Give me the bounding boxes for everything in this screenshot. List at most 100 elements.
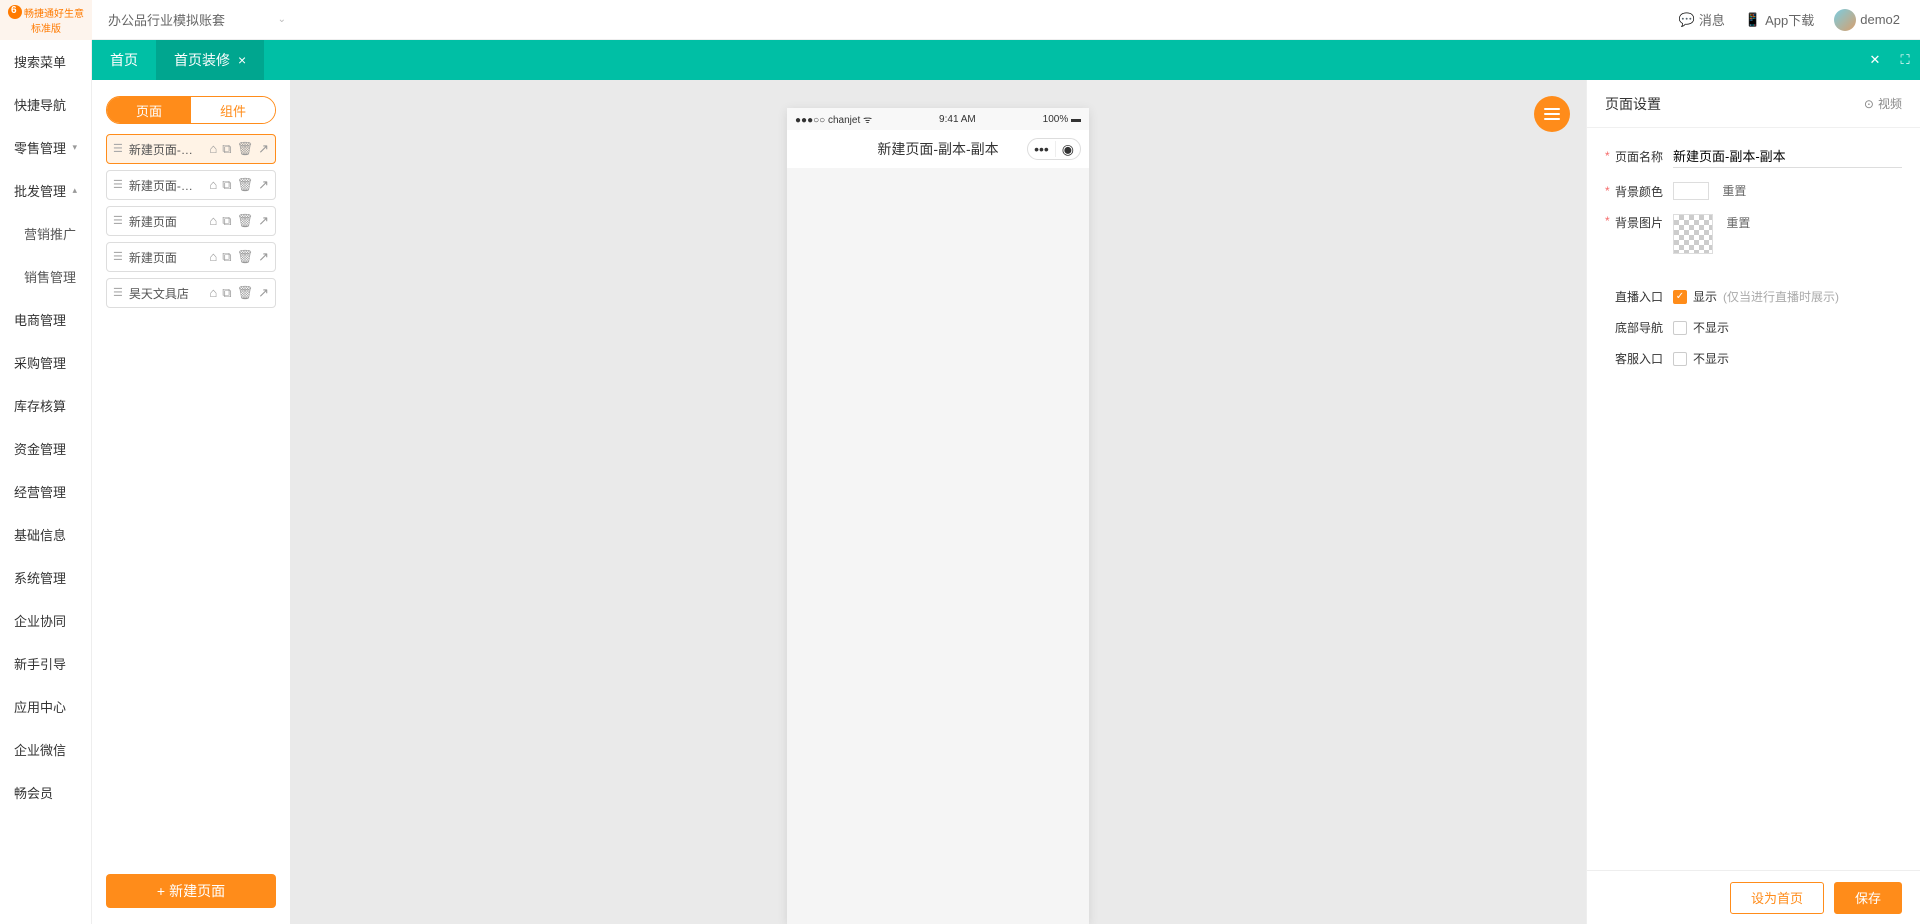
bg-img-reset[interactable]: 重置 xyxy=(1726,216,1750,230)
sidebar-item-15[interactable]: 应用中心 xyxy=(0,685,91,728)
bg-img-label: 背景图片 xyxy=(1615,214,1673,231)
tab-0[interactable]: 首页 xyxy=(92,40,156,80)
delete-icon[interactable]: 🗑 xyxy=(237,141,254,157)
sidebar-item-12[interactable]: 系统管理 xyxy=(0,556,91,599)
app-download-link[interactable]: 📱 App下载 xyxy=(1745,10,1814,29)
video-help-link[interactable]: ⊙ 视频 xyxy=(1864,95,1902,112)
page-item-1[interactable]: ☰新建页面-副本⌂⧉🗑↗ xyxy=(106,170,276,200)
account-select[interactable]: 办公品行业模拟账套 ⌄ xyxy=(92,10,302,29)
service-checkbox[interactable] xyxy=(1673,352,1687,366)
home-icon[interactable]: ⌂ xyxy=(209,141,217,157)
copy-icon[interactable]: ⧉ xyxy=(222,285,231,301)
page-name-label: 页面名称 xyxy=(1615,148,1673,165)
page-item-3[interactable]: ☰新建页面⌂⧉🗑↗ xyxy=(106,242,276,272)
home-icon[interactable]: ⌂ xyxy=(209,213,217,229)
chevron-down-icon: ⌄ xyxy=(278,14,286,25)
sidebar-item-0[interactable]: 搜索菜单 xyxy=(0,40,91,83)
miniapp-capsule[interactable]: ••• ◉ xyxy=(1027,138,1081,160)
sidebar-item-7[interactable]: 采购管理 xyxy=(0,341,91,384)
copy-icon[interactable]: ⧉ xyxy=(222,177,231,193)
components-fab[interactable] xyxy=(1534,96,1570,132)
share-icon[interactable]: ↗ xyxy=(258,285,269,301)
bg-color-label: 背景颜色 xyxy=(1615,183,1673,200)
brand-edition: 标准版 xyxy=(31,20,61,35)
sidebar-item-13[interactable]: 企业协同 xyxy=(0,599,91,642)
header-right: 💬 消息 📱 App下载 demo2 xyxy=(1679,9,1920,31)
sidebar-item-14[interactable]: 新手引导 xyxy=(0,642,91,685)
phone-icon: 📱 xyxy=(1745,12,1761,28)
target-icon: ◉ xyxy=(1056,141,1080,158)
phone-preview[interactable]: ●●●○○ chanjet ᯤ 9:41 AM 100% ▬ 新建页面-副本-副… xyxy=(787,108,1089,924)
share-icon[interactable]: ↗ xyxy=(258,249,269,265)
account-name: 办公品行业模拟账套 xyxy=(108,10,225,29)
page-name-input[interactable] xyxy=(1673,144,1902,168)
sidebar-item-2[interactable]: 零售管理▾ xyxy=(0,126,91,169)
bg-color-reset[interactable]: 重置 xyxy=(1722,184,1746,198)
sidebar-item-8[interactable]: 库存核算 xyxy=(0,384,91,427)
wifi-icon: ᯤ xyxy=(863,115,872,126)
messages-link[interactable]: 💬 消息 xyxy=(1679,10,1725,29)
brand-logo[interactable]: 畅捷通好生意 标准版 xyxy=(0,0,92,40)
sidebar-item-17[interactable]: 畅会员 xyxy=(0,771,91,814)
page-list-pane: 页面 组件 ☰新建页面-副本...⌂⧉🗑↗☰新建页面-副本⌂⧉🗑↗☰新建页面⌂⧉… xyxy=(92,80,290,924)
panel-title: 页面设置 xyxy=(1605,94,1661,114)
sidebar-item-10[interactable]: 经营管理 xyxy=(0,470,91,513)
phone-time: 9:41 AM xyxy=(939,114,976,125)
logo-icon xyxy=(8,5,22,19)
tab-bar: 首页首页装修× ✕ ⛶ xyxy=(92,40,1920,80)
bg-color-swatch[interactable] xyxy=(1673,182,1709,200)
phone-status-bar: ●●●○○ chanjet ᯤ 9:41 AM 100% ▬ xyxy=(787,108,1089,130)
page-item-2[interactable]: ☰新建页面⌂⧉🗑↗ xyxy=(106,206,276,236)
tab-1[interactable]: 首页装修× xyxy=(156,40,264,80)
set-home-button[interactable]: 设为首页 xyxy=(1730,882,1824,914)
avatar xyxy=(1834,9,1856,31)
mini-tab-component[interactable]: 组件 xyxy=(191,97,275,123)
close-icon[interactable]: × xyxy=(238,52,246,68)
new-page-button[interactable]: + 新建页面 xyxy=(106,874,276,908)
sidebar-item-5[interactable]: 销售管理 xyxy=(0,255,91,298)
delete-icon[interactable]: 🗑 xyxy=(237,177,254,193)
save-button[interactable]: 保存 xyxy=(1834,882,1902,914)
bottom-nav-checkbox[interactable] xyxy=(1673,321,1687,335)
phone-body[interactable] xyxy=(787,168,1089,648)
copy-icon[interactable]: ⧉ xyxy=(222,249,231,265)
share-icon[interactable]: ↗ xyxy=(258,141,269,157)
live-entry-checkbox[interactable]: ✓ xyxy=(1673,290,1687,304)
page-item-0[interactable]: ☰新建页面-副本...⌂⧉🗑↗ xyxy=(106,134,276,164)
tab-close-all-button[interactable]: ✕ xyxy=(1860,40,1890,80)
home-icon[interactable]: ⌂ xyxy=(209,285,217,301)
drag-handle-icon[interactable]: ☰ xyxy=(113,288,123,299)
brand-name: 畅捷通好生意 xyxy=(24,5,84,20)
home-icon[interactable]: ⌂ xyxy=(209,177,217,193)
phone-title-bar: 新建页面-副本-副本 ••• ◉ xyxy=(787,130,1089,168)
plus-icon: + xyxy=(157,883,165,899)
drag-handle-icon[interactable]: ☰ xyxy=(113,180,123,191)
share-icon[interactable]: ↗ xyxy=(258,213,269,229)
copy-icon[interactable]: ⧉ xyxy=(222,141,231,157)
sidebar-item-1[interactable]: 快捷导航 xyxy=(0,83,91,126)
sidebar-item-6[interactable]: 电商管理 xyxy=(0,298,91,341)
sidebar-item-11[interactable]: 基础信息 xyxy=(0,513,91,556)
copy-icon[interactable]: ⧉ xyxy=(222,213,231,229)
phone-title: 新建页面-副本-副本 xyxy=(877,139,998,159)
sidebar-item-16[interactable]: 企业微信 xyxy=(0,728,91,771)
share-icon[interactable]: ↗ xyxy=(258,177,269,193)
drag-handle-icon[interactable]: ☰ xyxy=(113,252,123,263)
sidebar-item-4[interactable]: 营销推广 xyxy=(0,212,91,255)
delete-icon[interactable]: 🗑 xyxy=(237,249,254,265)
home-icon[interactable]: ⌂ xyxy=(209,249,217,265)
service-label: 客服入口 xyxy=(1615,350,1673,367)
sidebar-item-9[interactable]: 资金管理 xyxy=(0,427,91,470)
user-menu[interactable]: demo2 xyxy=(1834,9,1900,31)
drag-handle-icon[interactable]: ☰ xyxy=(113,216,123,227)
drag-handle-icon[interactable]: ☰ xyxy=(113,144,123,155)
play-icon: ⊙ xyxy=(1864,97,1874,111)
page-list: ☰新建页面-副本...⌂⧉🗑↗☰新建页面-副本⌂⧉🗑↗☰新建页面⌂⧉🗑↗☰新建页… xyxy=(106,134,276,864)
delete-icon[interactable]: 🗑 xyxy=(237,213,254,229)
bg-img-swatch[interactable] xyxy=(1673,214,1713,254)
mini-tab-page[interactable]: 页面 xyxy=(107,97,191,123)
page-item-4[interactable]: ☰昊天文具店⌂⧉🗑↗ xyxy=(106,278,276,308)
tab-fullscreen-button[interactable]: ⛶ xyxy=(1890,40,1920,80)
sidebar-item-3[interactable]: 批发管理▴ xyxy=(0,169,91,212)
delete-icon[interactable]: 🗑 xyxy=(237,285,254,301)
